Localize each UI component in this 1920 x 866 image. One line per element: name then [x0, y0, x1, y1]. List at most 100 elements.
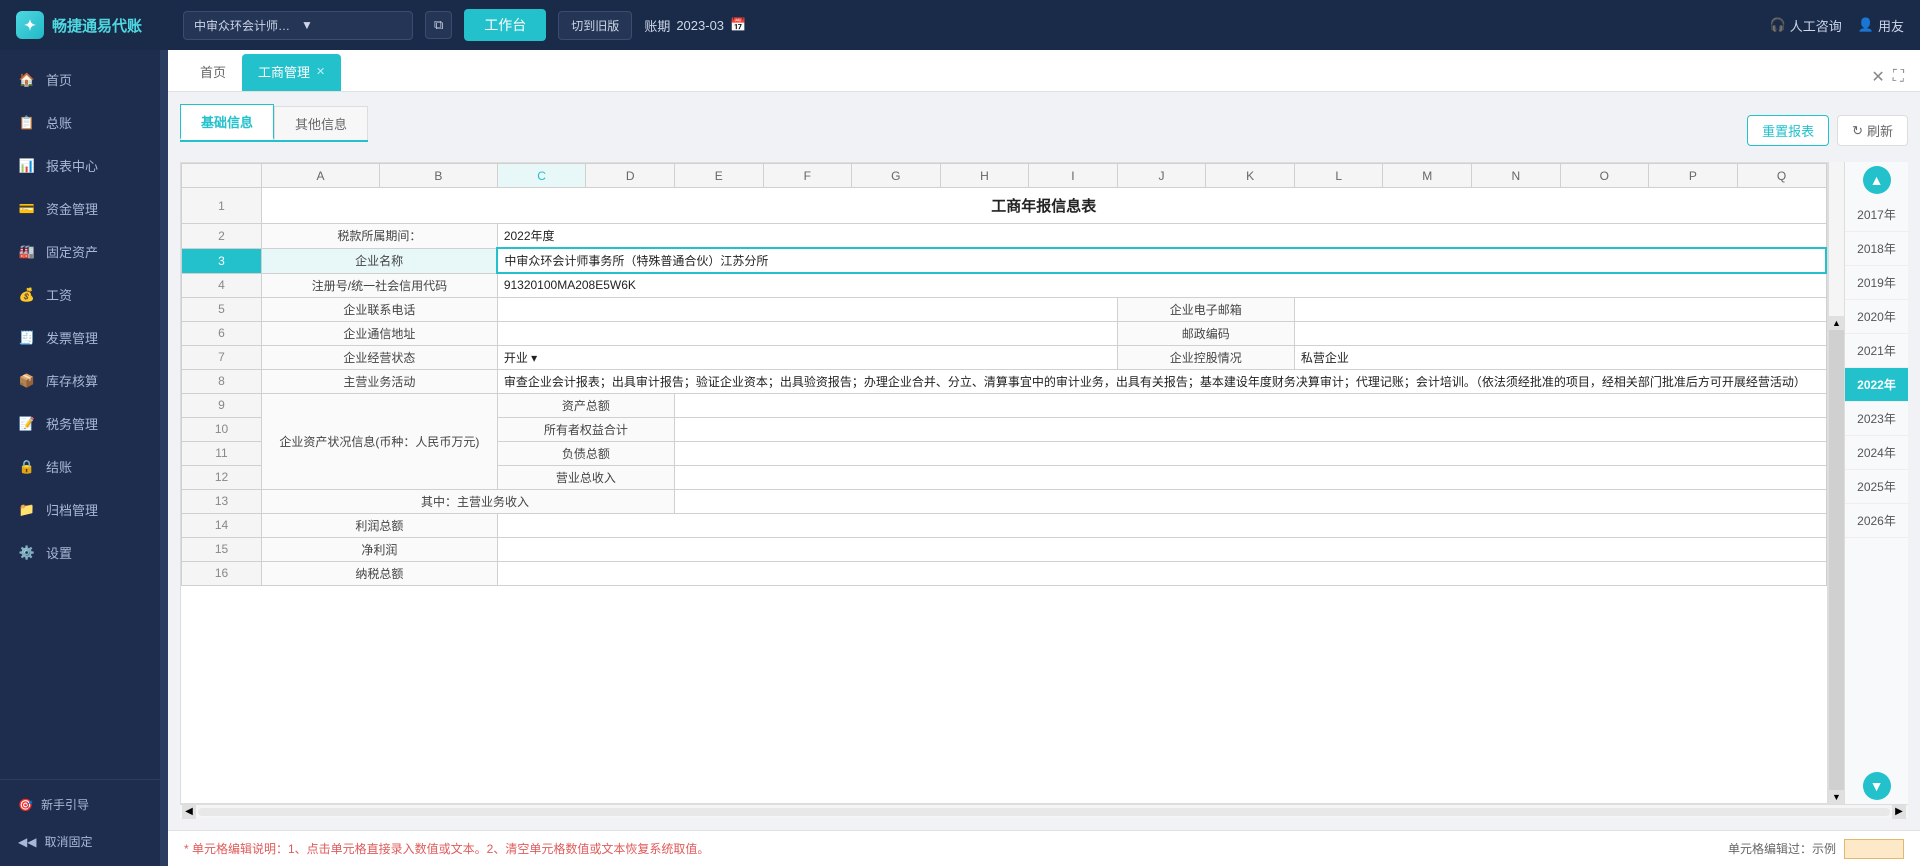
year-item-2019[interactable]: 2019年: [1845, 266, 1908, 300]
col-f[interactable]: F: [763, 164, 852, 188]
row-num: 14: [182, 513, 262, 537]
table-row: 15 净利润: [182, 537, 1827, 561]
col-l[interactable]: L: [1294, 164, 1383, 188]
sidebar-item-tax[interactable]: 📝 税务管理: [0, 402, 168, 445]
col-m[interactable]: M: [1383, 164, 1472, 188]
period-value-cell[interactable]: 2022年度: [497, 224, 1826, 249]
col-d[interactable]: D: [586, 164, 675, 188]
sidebar-item-close[interactable]: 🔒 结账: [0, 445, 168, 488]
sidebar-item-wage[interactable]: 💰 工资: [0, 273, 168, 316]
sub-tab-basic[interactable]: 基础信息: [180, 104, 274, 140]
col-k[interactable]: K: [1206, 164, 1295, 188]
sidebar-label-report: 报表中心: [46, 156, 98, 175]
debt-value[interactable]: [674, 441, 1826, 465]
sidebar-item-asset[interactable]: 🏭 固定资产: [0, 230, 168, 273]
service-button[interactable]: 🎧 人工咨询: [1770, 16, 1842, 35]
app-logo: ✦ 畅捷通易代账: [16, 11, 171, 39]
year-item-2018[interactable]: 2018年: [1845, 232, 1908, 266]
tab-business-label: 工商管理: [258, 62, 310, 81]
unpin-label: 取消固定: [44, 833, 92, 850]
logo-icon: ✦: [16, 11, 44, 39]
hscroll-right[interactable]: ▶: [1892, 805, 1906, 819]
sidebar-item-report[interactable]: 📊 报表中心: [0, 144, 168, 187]
col-o[interactable]: O: [1560, 164, 1649, 188]
year-item-2017[interactable]: 2017年: [1845, 198, 1908, 232]
reg-value[interactable]: 91320100MA208E5W6K: [497, 273, 1826, 297]
col-c[interactable]: C: [497, 164, 586, 188]
col-h[interactable]: H: [940, 164, 1029, 188]
period-display: 账期 2023-03 📅: [644, 16, 746, 35]
company-name-value[interactable]: 中审众环会计师事务所（特殊普通合伙）江苏分所: [497, 248, 1826, 273]
col-a[interactable]: A: [262, 164, 380, 188]
inner-content: 基础信息 其他信息 重置报表 ↻ 刷新: [168, 92, 1920, 830]
sidebar-item-newguide[interactable]: 🎯 新手引导: [8, 788, 160, 821]
year-item-2025[interactable]: 2025年: [1845, 470, 1908, 504]
total-assets-value[interactable]: [674, 393, 1826, 417]
col-b[interactable]: B: [379, 164, 497, 188]
calendar-icon[interactable]: 📅: [730, 17, 746, 33]
business-value[interactable]: 审查企业会计报表；出具审计报告；验证企业资本；出具验资报告；办理企业合并、分立、…: [497, 369, 1826, 393]
col-i[interactable]: I: [1029, 164, 1118, 188]
vscroll-down[interactable]: ▼: [1829, 790, 1844, 804]
net-profit-value[interactable]: [497, 537, 1826, 561]
sidebar-item-ledger[interactable]: 📋 总账: [0, 101, 168, 144]
year-item-2026[interactable]: 2026年: [1845, 504, 1908, 538]
wage-icon: 💰: [18, 286, 36, 304]
reset-button[interactable]: 重置报表: [1747, 115, 1829, 146]
tab-home[interactable]: 首页: [184, 54, 242, 91]
status-value[interactable]: 开业 ▾: [497, 345, 1117, 369]
col-g[interactable]: G: [852, 164, 941, 188]
col-p[interactable]: P: [1649, 164, 1738, 188]
sidebar-item-archive[interactable]: 📁 归档管理: [0, 488, 168, 531]
spreadsheet[interactable]: A B C D E F G H I J K L: [180, 162, 1828, 804]
postal-value[interactable]: [1294, 321, 1826, 345]
address-value[interactable]: [497, 321, 1117, 345]
table-row: 3 企业名称 中审众环会计师事务所（特殊普通合伙）江苏分所: [182, 248, 1827, 273]
profit-value[interactable]: [497, 513, 1826, 537]
refresh-button[interactable]: ↻ 刷新: [1837, 115, 1908, 146]
old-version-button[interactable]: 切到旧版: [558, 11, 632, 40]
col-n[interactable]: N: [1472, 164, 1561, 188]
user-menu[interactable]: 👤 用友: [1858, 16, 1904, 35]
year-item-2022[interactable]: 2022年: [1845, 368, 1908, 402]
vscroll-up[interactable]: ▲: [1829, 316, 1844, 330]
main-revenue-value[interactable]: [674, 489, 1826, 513]
tab-close-icon[interactable]: ✕: [316, 65, 325, 78]
tab-business[interactable]: 工商管理 ✕: [242, 54, 341, 91]
year-down-button[interactable]: ▼: [1863, 772, 1891, 800]
sidebar-label-asset: 固定资产: [46, 242, 98, 261]
table-row: 2 税款所属期间： 2022年度: [182, 224, 1827, 249]
sidebar-item-settings[interactable]: ⚙️ 设置: [0, 531, 168, 574]
col-j[interactable]: J: [1117, 164, 1206, 188]
col-q[interactable]: Q: [1737, 164, 1826, 188]
year-item-2023[interactable]: 2023年: [1845, 402, 1908, 436]
year-item-2020[interactable]: 2020年: [1845, 300, 1908, 334]
sidebar-item-invoice[interactable]: 🧾 发票管理: [0, 316, 168, 359]
revenue-value[interactable]: [674, 465, 1826, 489]
year-up-button[interactable]: ▲: [1863, 166, 1891, 194]
sidebar-item-unpin[interactable]: ◀◀ 取消固定: [8, 825, 160, 858]
workbench-button[interactable]: 工作台: [464, 9, 546, 41]
sidebar-item-home[interactable]: 🏠 首页: [0, 58, 168, 101]
fund-icon: 💳: [18, 200, 36, 218]
panel-close-icon[interactable]: ✕: [1871, 67, 1884, 87]
company-selector[interactable]: 中审众环会计师事务所（特殊普通合伙... ▼: [183, 11, 413, 40]
email-value[interactable]: [1294, 297, 1826, 321]
sidebar-item-fund[interactable]: 💳 资金管理: [0, 187, 168, 230]
year-item-2024[interactable]: 2024年: [1845, 436, 1908, 470]
hscroll-left[interactable]: ◀: [182, 805, 196, 819]
hscroll-track[interactable]: [198, 808, 1890, 816]
sub-tab-other[interactable]: 其他信息: [274, 106, 368, 140]
panel-expand-icon[interactable]: ⛶: [1893, 68, 1904, 86]
col-e[interactable]: E: [674, 164, 763, 188]
year-item-2021[interactable]: 2021年: [1845, 334, 1908, 368]
phone-value[interactable]: [497, 297, 1117, 321]
copy-button[interactable]: ⧉: [425, 11, 452, 39]
main-layout: 🏠 首页 📋 总账 📊 报表中心 💳 资金管理 🏭 固定资产 💰 工资: [0, 50, 1920, 866]
holding-value[interactable]: 私营企业: [1294, 345, 1826, 369]
sidebar-label-ledger: 总账: [46, 113, 72, 132]
h-scrollbar[interactable]: ◀ ▶: [180, 804, 1908, 818]
equity-value[interactable]: [674, 417, 1826, 441]
sidebar-item-stock[interactable]: 📦 库存核算: [0, 359, 168, 402]
tax-total-value[interactable]: [497, 561, 1826, 585]
